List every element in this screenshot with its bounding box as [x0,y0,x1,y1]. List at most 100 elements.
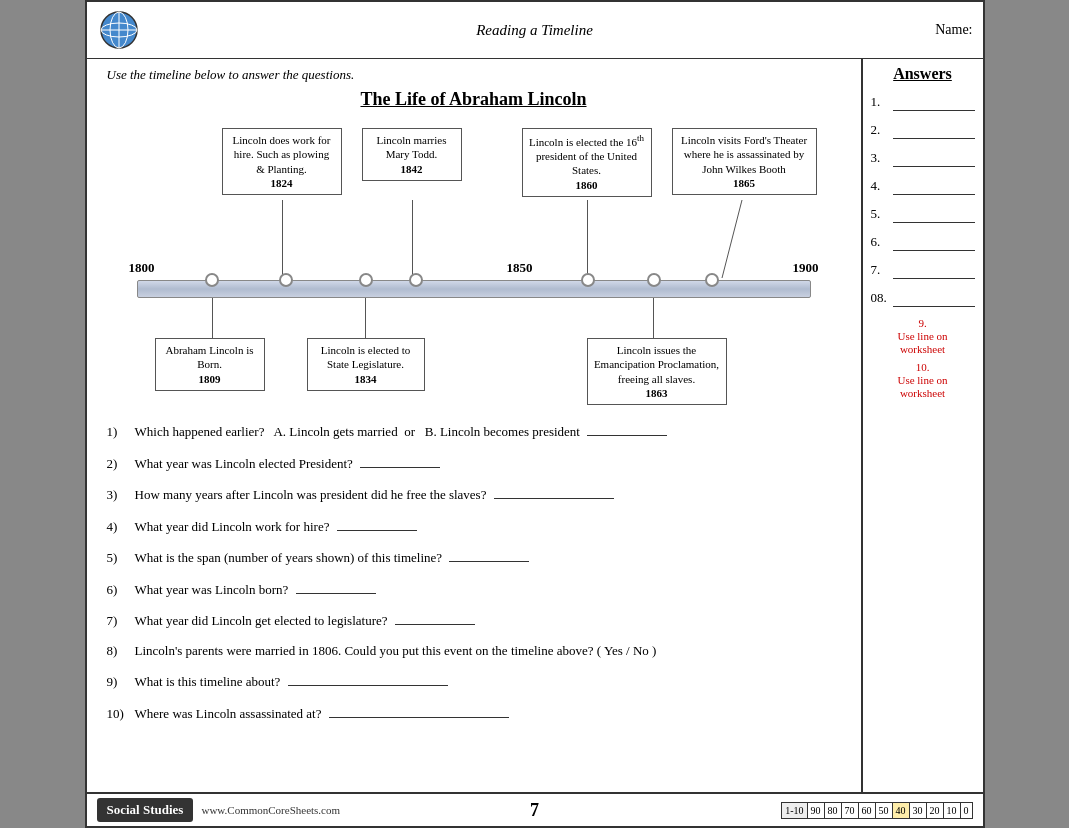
year-1834: 1834 [355,373,377,385]
answer-num-2: 2. [871,122,893,138]
dot-1863 [647,273,661,287]
label-1900: 1900 [793,260,819,276]
answer-blank-9 [288,670,448,686]
year-1865: 1865 [733,177,755,189]
answer-blank-1 [587,420,667,436]
timeline-area: Lincoln does work for hire. Such as plow… [107,120,841,410]
footer-badge: Social Studies [97,798,194,822]
q-num-6: 6) [107,580,135,600]
questions: 1) Which happened earlier? A. Lincoln ge… [107,420,841,723]
label-1850: 1850 [507,260,533,276]
score-0: 0 [961,803,972,818]
answer-field-5 [893,205,975,223]
q-num-8: 8) [107,641,135,661]
q-num-5: 5) [107,548,135,568]
answer-note-9: 9. Use line onworksheet [871,317,975,357]
q-text-2: What year was Lincoln elected President? [135,452,841,474]
answer-num-5: 5. [871,206,893,222]
event-box-1863: Lincoln issues the Emancipation Proclama… [587,338,727,405]
connector-1863 [653,298,654,338]
event-box-1834: Lincoln is elected to State Legislature.… [307,338,425,391]
label-1800: 1800 [129,260,155,276]
dot-1809 [205,273,219,287]
footer-url: www.CommonCoreSheets.com [201,804,340,816]
q-num-4: 4) [107,517,135,537]
q-text-5: What is the span (number of years shown)… [135,546,841,568]
score-10: 10 [944,803,961,818]
worksheet: Use the timeline below to answer the que… [87,59,863,792]
header-title: Reading a Timeline [476,22,593,39]
score-90: 90 [808,803,825,818]
q-text-8: Lincoln's parents were married in 1806. … [135,641,841,661]
main-content: Use the timeline below to answer the que… [87,59,983,792]
score-80: 80 [825,803,842,818]
header-name: Name: [935,22,972,38]
year-1824: 1824 [271,177,293,189]
answer-blank-10 [329,702,509,718]
header: Reading a Timeline Name: [87,2,983,59]
question-10: 10) Where was Lincoln assassinated at? [107,702,841,724]
q-num-2: 2) [107,454,135,474]
question-5: 5) What is the span (number of years sho… [107,546,841,568]
q-text-9: What is this timeline about? [135,670,841,692]
question-3: 3) How many years after Lincoln was pres… [107,483,841,505]
year-1842: 1842 [401,163,423,175]
score-60: 60 [859,803,876,818]
answer-line-8: 08. [871,289,975,307]
answer-line-7: 7. [871,261,975,279]
q-text-10: Where was Lincoln assassinated at? [135,702,841,724]
event-box-1824: Lincoln does work for hire. Such as plow… [222,128,342,195]
answer-num-1: 1. [871,94,893,110]
answer-field-1 [893,93,975,111]
answer-field-3 [893,149,975,167]
question-7: 7) What year did Lincoln get elected to … [107,609,841,631]
footer-score: 1-10 90 80 70 60 50 40 30 20 10 0 [781,802,972,819]
connector-1842 [412,200,413,278]
score-70: 70 [842,803,859,818]
question-4: 4) What year did Lincoln work for hire? [107,515,841,537]
question-9: 9) What is this timeline about? [107,670,841,692]
q-num-3: 3) [107,485,135,505]
answer-num-7: 7. [871,262,893,278]
score-50: 50 [876,803,893,818]
dot-1824 [279,273,293,287]
dot-1865 [705,273,719,287]
event-box-1865: Lincoln visits Ford's Theater where he i… [672,128,817,195]
answer-num-6: 6. [871,234,893,250]
answers-title: Answers [871,65,975,83]
score-20: 20 [927,803,944,818]
q-num-9: 9) [107,672,135,692]
answer-field-7 [893,261,975,279]
score-label-range: 1-10 [782,803,807,818]
answer-blank-6 [296,578,376,594]
event-box-1809: Abraham Lincoln is Born. 1809 [155,338,265,391]
answer-num-9-label: 9. [918,317,926,329]
q-text-3: How many years after Lincoln was preside… [135,483,841,505]
connector-1824 [282,200,283,278]
footer: Social Studies www.CommonCoreSheets.com … [87,792,983,826]
connector-1860 [587,200,588,278]
q-text-4: What year did Lincoln work for hire? [135,515,841,537]
timeline-title: The Life of Abraham Lincoln [107,89,841,110]
score-40: 40 [893,803,910,818]
q-num-1: 1) [107,422,135,442]
connector-1809 [212,298,213,338]
answer-field-6 [893,233,975,251]
answer-blank-5 [449,546,529,562]
instructions: Use the timeline below to answer the que… [107,67,841,83]
page: Reading a Timeline Name: Use the timelin… [85,0,985,828]
answer-note-10: 10. Use line onworksheet [871,361,975,401]
question-2: 2) What year was Lincoln elected Preside… [107,452,841,474]
answers-panel: Answers 1. 2. 3. 4. 5. 6. [863,59,983,792]
answer-field-2 [893,121,975,139]
q-num-7: 7) [107,611,135,631]
year-1863: 1863 [646,387,668,399]
answer-line-4: 4. [871,177,975,195]
q-text-6: What year was Lincoln born? [135,578,841,600]
connector-1865-svg [667,200,747,280]
answer-blank-4 [337,515,417,531]
q-text-7: What year did Lincoln get elected to leg… [135,609,841,631]
dot-1860 [581,273,595,287]
q-num-10: 10) [107,704,135,724]
answer-num-4: 4. [871,178,893,194]
